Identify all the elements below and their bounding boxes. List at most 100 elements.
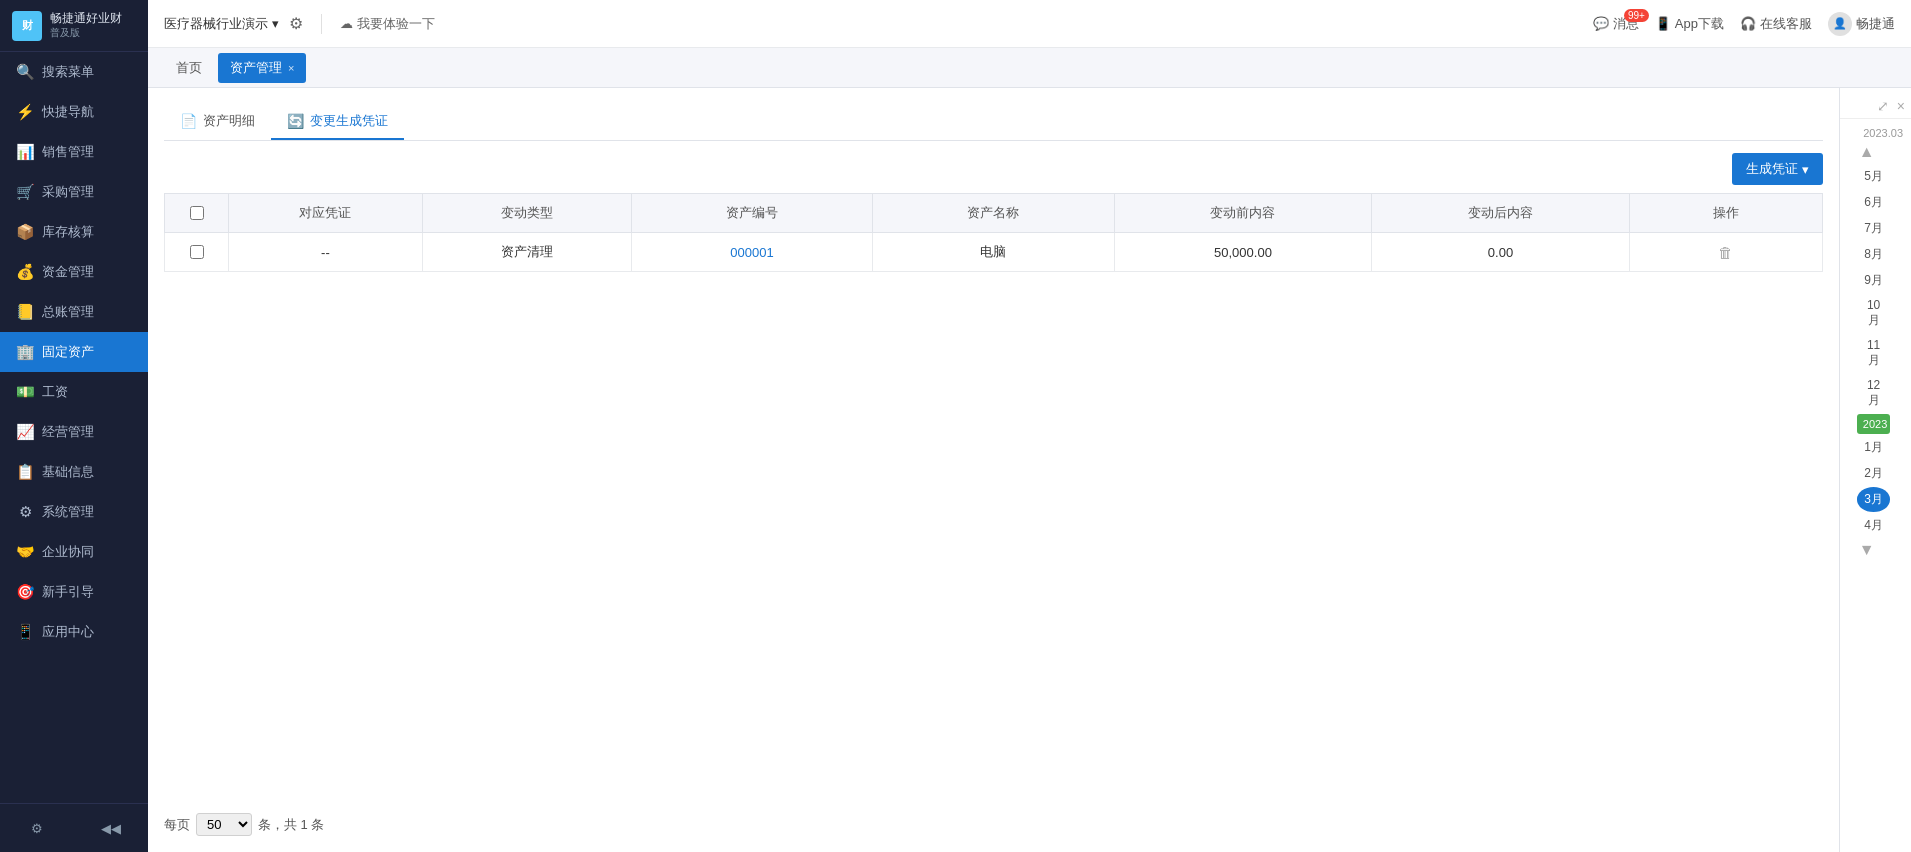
td-change-type: 资产清理 [422,233,631,272]
per-page-select[interactable]: 102050100 [196,813,252,836]
panel-month-item[interactable]: 4月 [1857,513,1891,538]
th-asset-code: 资产编号 [631,194,872,233]
experience-button[interactable]: ☁ 我要体验一下 [340,15,435,33]
sidebar-item-enterprise[interactable]: 🤝企业协同 [0,532,148,572]
enterprise-icon: 🤝 [16,543,34,561]
sidebar-item-label: 工资 [42,383,68,401]
avatar: 👤 [1828,12,1852,36]
sidebar-item-search[interactable]: 🔍 搜索菜单 [0,52,148,92]
dropdown-arrow-icon: ▾ [1802,162,1809,177]
company-selector[interactable]: 医疗器械行业演示 ▾ [164,15,279,33]
sidebar-item-salary[interactable]: 💵 工资 [0,372,148,412]
td-asset-name: 电脑 [873,233,1114,272]
panel-month-item[interactable]: 2月 [1857,461,1891,486]
td-before: 50,000.00 [1114,233,1372,272]
message-button[interactable]: 💬 消息 99+ [1593,15,1639,33]
panel-scroll-up-icon[interactable]: ▲ [1857,141,1894,163]
panel-scroll-down-icon[interactable]: ▼ [1857,539,1894,561]
funds-icon: 💰 [16,263,34,281]
table-row: -- 资产清理 000001 电脑 50,000.00 0.00 🗑 [165,233,1823,272]
td-action: 🗑 [1629,233,1822,272]
settings-gear-icon[interactable]: ⚙ [289,14,303,33]
sidebar-item-label: 应用中心 [42,623,94,641]
sidebar-item-guide[interactable]: 🎯 新手引导 [0,572,148,612]
panel-month-item[interactable]: 8月 [1857,242,1891,267]
sidebar-item-inventory[interactable]: 📦库存核算 [0,212,148,252]
td-asset-code: 000001 [631,233,872,272]
logo-text: 畅捷通好业财 [50,11,122,27]
logo-sub: 普及版 [50,26,122,40]
th-voucher: 对应凭证 [229,194,422,233]
purchase-icon: 🛒 [16,183,34,201]
topbar: 医疗器械行业演示 ▾ ⚙ ☁ 我要体验一下 💬 消息 99+ 📱 App下载 🎧… [148,0,1911,48]
sidebar-item-ledger[interactable]: 📒总账管理 [0,292,148,332]
panel-month-item[interactable]: 12月 [1857,374,1891,413]
headset-icon: 🎧 [1740,16,1756,31]
app-download-button[interactable]: 📱 App下载 [1655,15,1724,33]
settings-icon[interactable]: ⚙ [21,812,53,844]
panel-month-item[interactable]: 10月 [1857,294,1891,333]
tab-bar: 首页 资产管理 × [148,48,1911,88]
sidebar-item-purchase[interactable]: 🛒 采购管理 [0,172,148,212]
guide-icon: 🎯 [16,583,34,601]
sidebar-item-label: 库存核算 [42,223,94,241]
panel-month-item[interactable]: 3月 [1857,487,1891,512]
select-all-checkbox[interactable] [190,206,204,220]
th-action: 操作 [1629,194,1822,233]
tab-asset-management[interactable]: 资产管理 × [218,53,306,83]
close-panel-icon[interactable]: × [1895,96,1907,116]
sidebar-item-operations[interactable]: 📈经营管理 [0,412,148,452]
topbar-right: 💬 消息 99+ 📱 App下载 🎧 在线客服 👤 畅捷通 [1593,12,1895,36]
row-checkbox[interactable] [190,245,204,259]
search-icon: 🔍 [16,63,34,81]
quick-nav-icon: ⚡ [16,103,34,121]
base-info-icon: 📋 [16,463,34,481]
content-area: 📄 资产明细 🔄 变更生成凭证 生成凭证 ▾ [148,88,1911,852]
tab-asset-detail[interactable]: 📄 资产明细 [164,104,271,140]
sidebar-footer: ⚙ ◀◀ [0,803,148,852]
expand-panel-icon[interactable]: ⤢ [1875,96,1891,116]
system-icon: ⚙ [16,503,34,521]
tab-asset-detail-label: 资产明细 [203,112,255,130]
panel-month-item[interactable]: 9月 [1857,268,1891,293]
sidebar-item-label: 固定资产 [42,343,94,361]
sidebar-item-quick-nav[interactable]: ⚡快捷导航 [0,92,148,132]
sidebar-item-fixed-assets[interactable]: 🏢固定资产 [0,332,148,372]
main-area: 医疗器械行业演示 ▾ ⚙ ☁ 我要体验一下 💬 消息 99+ 📱 App下载 🎧… [148,0,1911,852]
tab-change-voucher[interactable]: 🔄 变更生成凭证 [271,104,404,140]
sidebar-item-base-info[interactable]: 📋 基础信息 [0,452,148,492]
delete-icon[interactable]: 🗑 [1718,244,1733,261]
sidebar-item-app-center[interactable]: 📱应用中心 [0,612,148,652]
cloud-icon: ☁ [340,16,353,31]
logo-icon: 财 [12,11,42,41]
user-menu-button[interactable]: 👤 畅捷通 [1828,12,1895,36]
sidebar: 财 畅捷通好业财 普及版 🔍 搜索菜单 ⚡快捷导航📊销售管理 🛒 采购管理 📦库存核算💰资… [0,0,148,852]
sidebar-item-funds[interactable]: 💰资金管理 [0,252,148,292]
tab-home[interactable]: 首页 [164,53,214,83]
panel-month-item[interactable]: 11月 [1857,334,1891,373]
sidebar-item-system[interactable]: ⚙系统管理 [0,492,148,532]
sidebar-item-sales[interactable]: 📊销售管理 [0,132,148,172]
app-logo: 财 畅捷通好业财 普及版 [0,0,148,52]
message-badge: 99+ [1624,9,1649,22]
sales-icon: 📊 [16,143,34,161]
salary-icon: 💵 [16,383,34,401]
panel-month-item[interactable]: 7月 [1857,216,1891,241]
sidebar-item-label: 新手引导 [42,583,94,601]
panel-month-item[interactable]: 1月 [1857,435,1891,460]
sidebar-item-label: 采购管理 [42,183,94,201]
topbar-divider [321,14,322,34]
panel-month-item[interactable]: 6月 [1857,190,1891,215]
panel-month-item[interactable]: 5月 [1857,164,1891,189]
tab-label: 资产管理 [230,59,282,77]
sidebar-item-label: 基础信息 [42,463,94,481]
sidebar-item-label: 搜索菜单 [42,63,94,81]
customer-service-button[interactable]: 🎧 在线客服 [1740,15,1812,33]
panel-year-label: 2023.03 [1840,127,1911,139]
th-after-content: 变动后内容 [1372,194,1630,233]
generate-voucher-button[interactable]: 生成凭证 ▾ [1732,153,1823,185]
sub-tab-bar: 📄 资产明细 🔄 变更生成凭证 [164,104,1823,141]
collapse-sidebar-icon[interactable]: ◀◀ [95,812,127,844]
operations-icon: 📈 [16,423,34,441]
tab-close-icon[interactable]: × [288,62,294,74]
